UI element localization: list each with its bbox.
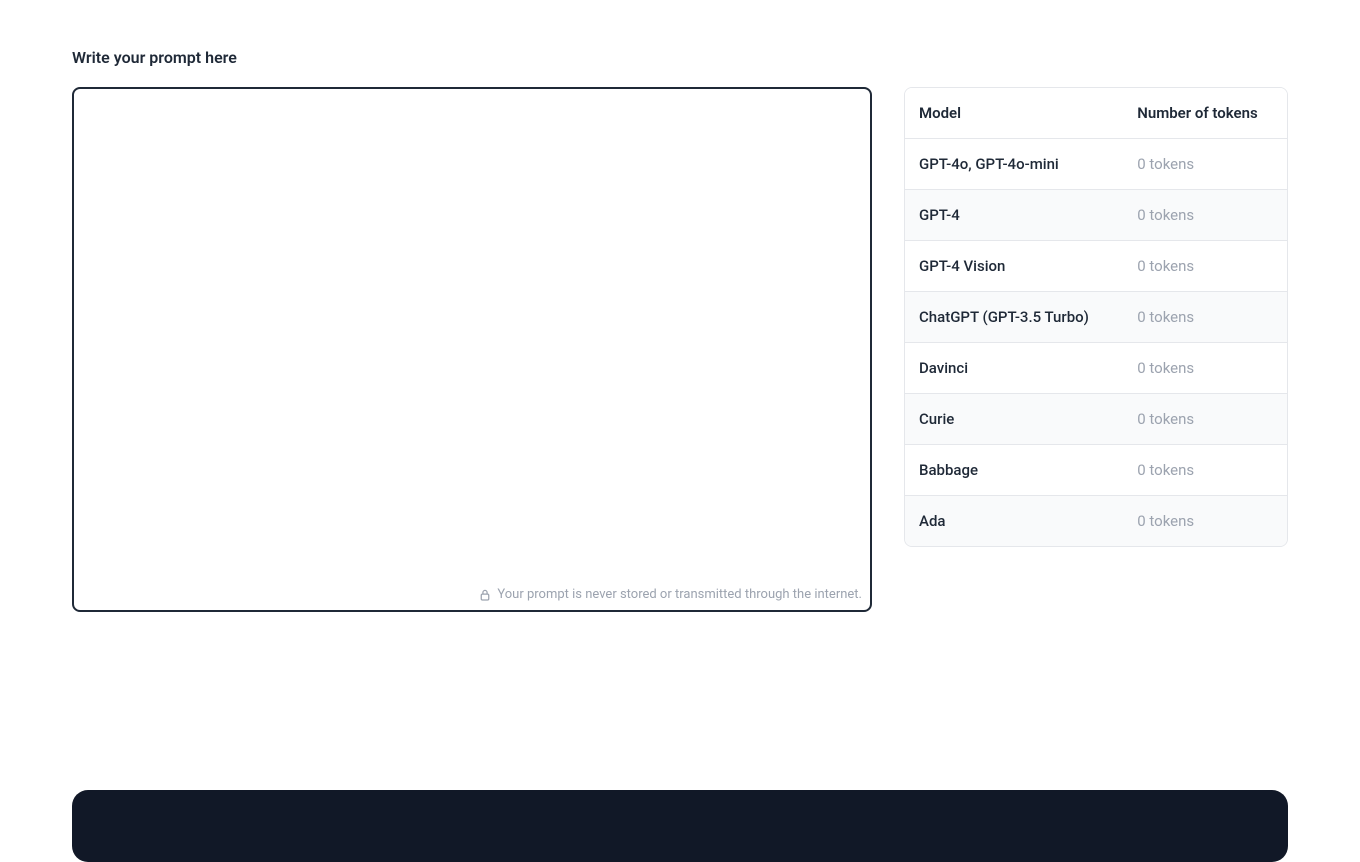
token-count-cell: 0 tokens xyxy=(1123,190,1287,241)
table-row: GPT-4 0 tokens xyxy=(905,190,1287,241)
model-name-cell: GPT-4 xyxy=(905,190,1123,241)
token-count-cell: 0 tokens xyxy=(1123,445,1287,496)
table-row: GPT-4 Vision 0 tokens xyxy=(905,241,1287,292)
token-table: Model Number of tokens GPT-4o, GPT-4o-mi… xyxy=(905,88,1287,546)
table-row: Ada 0 tokens xyxy=(905,496,1287,547)
token-count-cell: 0 tokens xyxy=(1123,343,1287,394)
prompt-panel: Your prompt is never stored or transmitt… xyxy=(72,87,872,612)
token-count-cell: 0 tokens xyxy=(1123,139,1287,190)
token-table-panel: Model Number of tokens GPT-4o, GPT-4o-mi… xyxy=(904,87,1288,547)
model-name-cell: Ada xyxy=(905,496,1123,547)
table-row: ChatGPT (GPT-3.5 Turbo) 0 tokens xyxy=(905,292,1287,343)
prompt-input[interactable] xyxy=(74,89,870,582)
model-name-cell: GPT-4 Vision xyxy=(905,241,1123,292)
table-row: Babbage 0 tokens xyxy=(905,445,1287,496)
model-name-cell: Babbage xyxy=(905,445,1123,496)
table-row: Curie 0 tokens xyxy=(905,394,1287,445)
table-header-model: Model xyxy=(905,88,1123,139)
table-row: GPT-4o, GPT-4o-mini 0 tokens xyxy=(905,139,1287,190)
token-count-cell: 0 tokens xyxy=(1123,292,1287,343)
privacy-note-row: Your prompt is never stored or transmitt… xyxy=(479,587,862,602)
model-name-cell: Davinci xyxy=(905,343,1123,394)
prompt-heading: Write your prompt here xyxy=(72,48,1288,67)
model-name-cell: GPT-4o, GPT-4o-mini xyxy=(905,139,1123,190)
token-count-cell: 0 tokens xyxy=(1123,496,1287,547)
token-count-cell: 0 tokens xyxy=(1123,394,1287,445)
table-row: Davinci 0 tokens xyxy=(905,343,1287,394)
dark-footer-section xyxy=(72,790,1288,862)
table-header-tokens: Number of tokens xyxy=(1123,88,1287,139)
lock-icon xyxy=(479,589,491,601)
model-name-cell: ChatGPT (GPT-3.5 Turbo) xyxy=(905,292,1123,343)
privacy-note-text: Your prompt is never stored or transmitt… xyxy=(497,587,862,602)
model-name-cell: Curie xyxy=(905,394,1123,445)
token-count-cell: 0 tokens xyxy=(1123,241,1287,292)
